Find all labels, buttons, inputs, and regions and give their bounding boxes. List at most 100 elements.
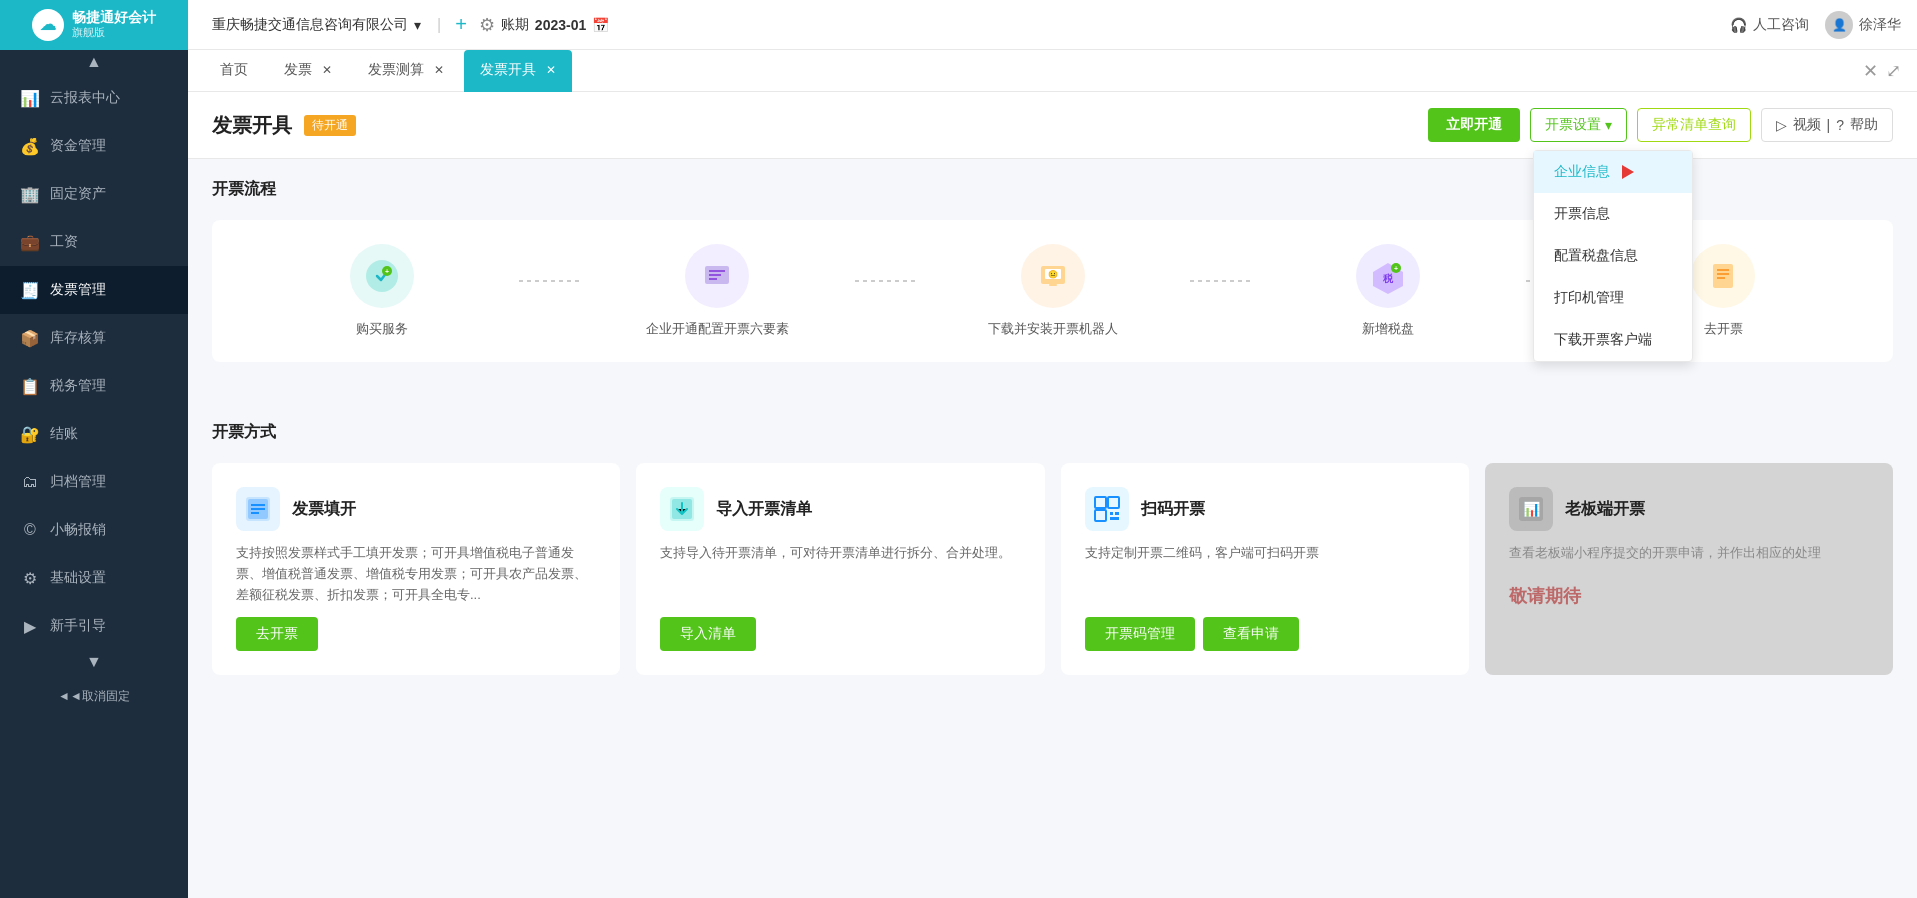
logo-text-group: 畅捷通好会计 旗舰版	[72, 9, 156, 41]
process-step-add-tax: 税 + 新增税盘	[1250, 244, 1525, 338]
logo-subtitle: 旗舰版	[72, 25, 156, 40]
immediate-open-button[interactable]: 立即开通	[1428, 108, 1520, 142]
tab-close-fapiao[interactable]: ✕	[322, 63, 332, 77]
coming-soon-text: 敬请期待	[1509, 584, 1869, 608]
svg-point-0	[366, 260, 398, 292]
download-label: 下载并安装开票机器人	[988, 320, 1118, 338]
sidebar-item-gongzi[interactable]: 💼 工资	[0, 218, 188, 266]
add-tax-label: 新增税盘	[1362, 320, 1414, 338]
unpin-button[interactable]: ◄◄取消固定	[0, 674, 188, 719]
method-import-header: 导入开票清单	[660, 487, 1020, 531]
sidebar-item-label: 发票管理	[50, 281, 106, 299]
sidebar-item-label: 税务管理	[50, 377, 106, 395]
scan-invoice-desc: 支持定制开票二维码，客户端可扫码开票	[1085, 543, 1445, 564]
close-page-icon[interactable]: ✕	[1863, 60, 1878, 82]
sidebar-item-gudingzichan[interactable]: 🏢 固定资产	[0, 170, 188, 218]
calendar-icon[interactable]: 📅	[592, 17, 609, 33]
svg-rect-27	[1108, 497, 1119, 508]
sidebar-item-zijin[interactable]: 💰 资金管理	[0, 122, 188, 170]
chevron-down-icon: ▾	[414, 17, 421, 33]
import-list-button[interactable]: 导入清单	[660, 617, 756, 651]
dropdown-item-company-info[interactable]: 企业信息	[1534, 151, 1692, 193]
expand-page-icon[interactable]: ⤢	[1886, 60, 1901, 82]
settings-icon[interactable]: ⚙	[479, 14, 495, 36]
tab-home[interactable]: 首页	[204, 50, 264, 92]
sidebar-item-label: 基础设置	[50, 569, 106, 587]
add-tax-icon: 税 +	[1356, 244, 1420, 308]
user-profile[interactable]: 👤 徐泽华	[1825, 11, 1901, 39]
abnormal-list-button[interactable]: 异常清单查询	[1637, 108, 1751, 142]
buy-service-icon: +	[350, 244, 414, 308]
dropdown-item-download-client[interactable]: 下载开票客户端	[1534, 319, 1692, 361]
tab-close-kaiaju[interactable]: ✕	[546, 63, 556, 77]
main-layout: ▲ 📊 云报表中心 💰 资金管理 🏢 固定资产 💼 工资 🧾 发票管理 📦 库存…	[0, 50, 1917, 898]
sidebar-scroll-up[interactable]: ▲	[0, 50, 188, 74]
gongzi-icon: 💼	[20, 232, 40, 252]
company-selector[interactable]: 重庆畅捷交通信息咨询有限公司 ▾	[204, 12, 429, 38]
sidebar-item-jiezhang[interactable]: 🔐 结账	[0, 410, 188, 458]
top-header: ☁ 畅捷通好会计 旗舰版 重庆畅捷交通信息咨询有限公司 ▾ | + ⚙ 账期 2…	[0, 0, 1917, 50]
video-help-button[interactable]: ▷ 视频 | ? 帮助	[1761, 108, 1893, 142]
logo-title: 畅捷通好会计	[72, 9, 156, 26]
go-invoice-icon	[1691, 244, 1755, 308]
page-actions: 立即开通 开票设置 ▾ 异常清单查询 ▷ 视频 | ? 帮助	[1428, 108, 1893, 142]
download-icon: 😐	[1021, 244, 1085, 308]
dropdown-item-tax-config[interactable]: 配置税盘信息	[1534, 235, 1692, 277]
scan-invoice-title: 扫码开票	[1141, 499, 1205, 520]
question-icon: ?	[1836, 117, 1844, 133]
sidebar-item-label: 归档管理	[50, 473, 106, 491]
consult-button[interactable]: 🎧 人工咨询	[1730, 16, 1809, 34]
method-scan-header: 扫码开票	[1085, 487, 1445, 531]
qr-manage-button[interactable]: 开票码管理	[1085, 617, 1195, 651]
method-fill-header: 发票填开	[236, 487, 596, 531]
status-badge: 待开通	[304, 115, 356, 136]
tab-fapiao[interactable]: 发票 ✕	[268, 50, 348, 92]
main-content: 首页 发票 ✕ 发票测算 ✕ 发票开具 ✕ ✕ ⤢	[188, 50, 1917, 898]
import-invoice-desc: 支持导入待开票清单，可对待开票清单进行拆分、合并处理。	[660, 543, 1020, 564]
page-header: 发票开具 待开通 立即开通 开票设置 ▾ 异常清单查询 ▷ 视频 | ?	[188, 92, 1917, 159]
tab-close-cesuan[interactable]: ✕	[434, 63, 444, 77]
scan-buttons: 开票码管理 查看申请	[1085, 617, 1445, 651]
sidebar-item-xinshou[interactable]: ▶ 新手引导	[0, 602, 188, 650]
methods-section: 开票方式	[188, 402, 1917, 695]
tab-fapiaokaiaju[interactable]: 发票开具 ✕	[464, 50, 572, 92]
account-period: 账期 2023-01 📅	[501, 16, 609, 34]
view-apply-button[interactable]: 查看申请	[1203, 617, 1299, 651]
process-step-download: 😐 下载并安装开票机器人	[915, 244, 1190, 338]
sidebar-item-guidang[interactable]: 🗂 归档管理	[0, 458, 188, 506]
method-card-boss: 📊 老板端开票 查看老板端小程序提交的开票申请，并作出相应的处理 敬请期待	[1485, 463, 1893, 675]
headset-icon: 🎧	[1730, 17, 1747, 33]
svg-rect-28	[1095, 510, 1106, 521]
add-company-icon[interactable]: +	[455, 13, 467, 36]
sidebar: ▲ 📊 云报表中心 💰 资金管理 🏢 固定资产 💼 工资 🧾 发票管理 📦 库存…	[0, 50, 188, 898]
sidebar-item-jichushezhi[interactable]: ⚙ 基础设置	[0, 554, 188, 602]
sidebar-scroll-down[interactable]: ▼	[0, 650, 188, 674]
sidebar-item-shuiwu[interactable]: 📋 税务管理	[0, 362, 188, 410]
fill-invoice-desc: 支持按照发票样式手工填开发票；可开具增值税电子普通发票、增值税普通发票、增值税专…	[236, 543, 596, 605]
process-step-buy: + 购买服务	[244, 244, 519, 338]
boss-invoice-icon: 📊	[1509, 487, 1553, 531]
kucun-icon: 📦	[20, 328, 40, 348]
dropdown-item-invoice-info[interactable]: 开票信息	[1534, 193, 1692, 235]
tab-fapiaocesuan[interactable]: 发票测算 ✕	[352, 50, 460, 92]
sidebar-item-kucun[interactable]: 📦 库存核算	[0, 314, 188, 362]
invoice-settings-button[interactable]: 开票设置 ▾	[1530, 108, 1627, 142]
method-boss-header: 📊 老板端开票	[1509, 487, 1869, 531]
logo-area: ☁ 畅捷通好会计 旗舰版	[0, 0, 188, 50]
fill-invoice-button[interactable]: 去开票	[236, 617, 318, 651]
page-area: 发票开具 待开通 立即开通 开票设置 ▾ 异常清单查询 ▷ 视频 | ?	[188, 92, 1917, 898]
sidebar-item-label: 新手引导	[50, 617, 106, 635]
chevron-down-icon: ▾	[1605, 117, 1612, 133]
dropdown-item-printer[interactable]: 打印机管理	[1534, 277, 1692, 319]
sidebar-item-fapiao[interactable]: 🧾 发票管理	[0, 266, 188, 314]
svg-rect-31	[1110, 517, 1119, 520]
svg-rect-15	[1713, 264, 1733, 288]
sidebar-item-yunbiao[interactable]: 📊 云报表中心	[0, 74, 188, 122]
page-title-area: 发票开具 待开通	[212, 112, 356, 139]
sidebar-item-xiaochang[interactable]: © 小畅报销	[0, 506, 188, 554]
config-icon	[685, 244, 749, 308]
page-title: 发票开具	[212, 112, 292, 139]
gudingzichan-icon: 🏢	[20, 184, 40, 204]
connector2	[855, 280, 915, 282]
buy-service-label: 购买服务	[356, 320, 408, 338]
